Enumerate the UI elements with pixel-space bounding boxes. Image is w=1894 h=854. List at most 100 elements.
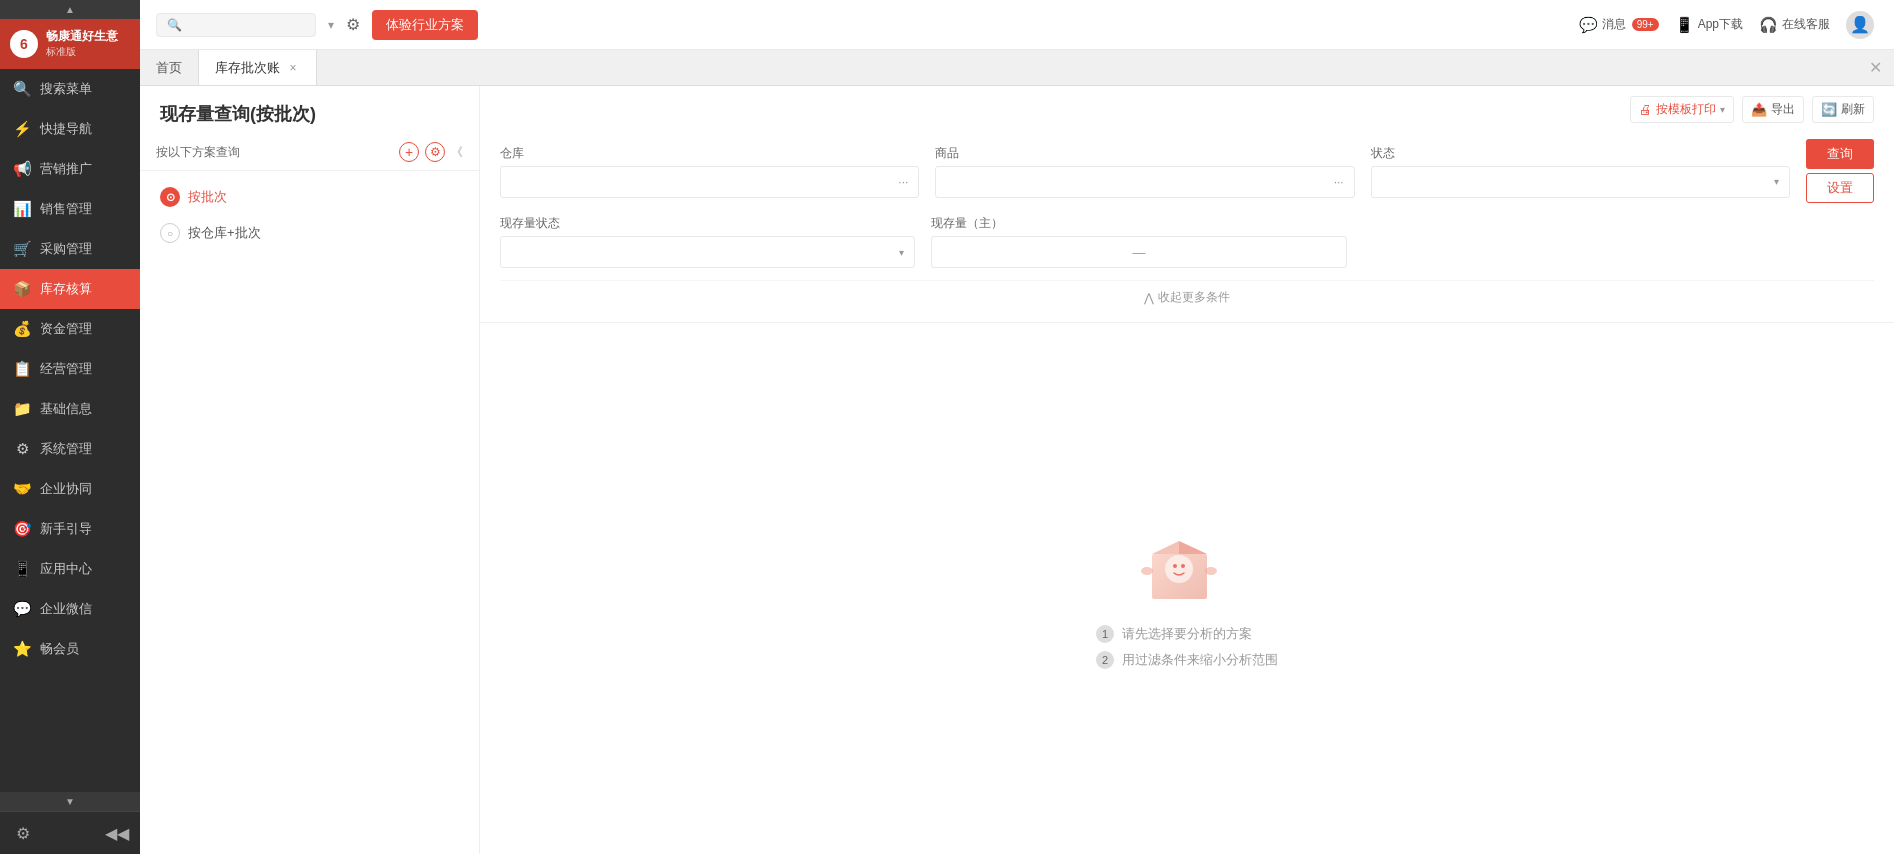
refresh-btn[interactable]: 🔄 刷新 [1812, 96, 1874, 123]
empty-state: 1 请先选择要分析的方案 2 用过滤条件来缩小分析范围 [480, 323, 1894, 854]
inventory-qty-range: — [931, 236, 1346, 268]
collapse-more-btn[interactable]: ⋀ 收起更多条件 [500, 280, 1874, 314]
print-template-btn[interactable]: 🖨 按模板打印 ▾ [1630, 96, 1734, 123]
warehouse-input[interactable]: ··· [500, 166, 919, 198]
messages-action[interactable]: 💬 消息 99+ [1579, 16, 1659, 34]
operations-icon: 📋 [12, 359, 32, 379]
warehouse-text-input[interactable] [511, 174, 892, 189]
sidebar: ▲ 6 畅康通好生意 标准版 🔍 搜索菜单 ⚡ 快捷导航 📢 营销推广 📊 销售… [0, 0, 140, 854]
sidebar-item-sales[interactable]: 📊 销售管理 [0, 189, 140, 229]
sidebar-item-operations[interactable]: 📋 经营管理 [0, 349, 140, 389]
app-center-icon: 📱 [12, 559, 32, 579]
sidebar-item-label: 应用中心 [40, 560, 92, 578]
query-btn[interactable]: 查询 [1806, 139, 1874, 169]
sidebar-item-basic[interactable]: 📁 基础信息 [0, 389, 140, 429]
app-logo: 6 [10, 30, 38, 58]
tab-inventory-batch-label: 库存批次账 [215, 59, 280, 77]
search-icon: 🔍 [12, 79, 32, 99]
topbar-search-box[interactable]: 🔍 [156, 13, 316, 37]
svg-point-5 [1181, 564, 1185, 568]
sidebar-item-system[interactable]: ⚙ 系统管理 [0, 429, 140, 469]
sidebar-item-label: 畅会员 [40, 640, 79, 658]
scheme-settings-icon[interactable]: ⚙ [425, 142, 445, 162]
inventory-qty-to[interactable] [1152, 240, 1346, 265]
phone-icon: 📱 [1675, 16, 1694, 34]
collapse-panel-btn[interactable]: 《 [451, 144, 463, 161]
warehouse-more-icon[interactable]: ··· [898, 175, 908, 189]
sidebar-nav: 🔍 搜索菜单 ⚡ 快捷导航 📢 营销推广 📊 销售管理 🛒 采购管理 📦 库存核… [0, 69, 140, 792]
empty-hint-2: 2 用过滤条件来缩小分析范围 [1096, 651, 1278, 669]
close-all-icon: ✕ [1869, 58, 1882, 77]
scheme-item-by-warehouse-batch[interactable]: ○ 按仓库+批次 [140, 215, 479, 251]
sidebar-scroll-down[interactable]: ▼ [0, 792, 140, 811]
product-more-icon[interactable]: ··· [1334, 175, 1344, 189]
svg-point-4 [1173, 564, 1177, 568]
topbar-settings-icon[interactable]: ⚙ [346, 15, 360, 34]
right-panel: 🖨 按模板打印 ▾ 📤 导出 🔄 刷新 仓库 [480, 86, 1894, 854]
user-profile-action[interactable]: 👤 [1846, 11, 1878, 39]
sidebar-item-app-center[interactable]: 📱 应用中心 [0, 549, 140, 589]
inventory-qty-from[interactable] [932, 240, 1126, 265]
settings-btn[interactable]: 设置 [1806, 173, 1874, 203]
sidebar-item-enterprise-wechat[interactable]: 💬 企业微信 [0, 589, 140, 629]
left-panel: 现存量查询(按批次) 按以下方案查询 + ⚙ 《 ⊙ 按批次 ○ 按仓库+批次 [140, 86, 480, 854]
tab-home-label: 首页 [156, 59, 182, 77]
filter-row-1: 仓库 ··· 商品 ··· 状态 [500, 139, 1874, 203]
sidebar-item-label: 营销推广 [40, 160, 92, 178]
inventory-qty-label: 现存量（主） [931, 215, 1346, 232]
enterprise-wechat-icon: 💬 [12, 599, 32, 619]
hint-number-1: 1 [1096, 625, 1114, 643]
inventory-status-select[interactable]: ▾ [500, 236, 915, 268]
main-area: 🔍 ▾ ⚙ 体验行业方案 💬 消息 99+ 📱 App下载 🎧 在线客服 � [140, 0, 1894, 854]
sidebar-item-label: 搜索菜单 [40, 80, 92, 98]
settings-footer-icon[interactable]: ⚙ [12, 822, 34, 844]
messages-label: 消息 [1602, 16, 1626, 33]
industry-btn[interactable]: 体验行业方案 [372, 10, 478, 40]
product-input[interactable]: ··· [935, 166, 1354, 198]
sidebar-item-quick-nav[interactable]: ⚡ 快捷导航 [0, 109, 140, 149]
scheme-inactive-icon: ○ [160, 223, 180, 243]
product-field: 商品 ··· [935, 145, 1354, 198]
sidebar-item-finance[interactable]: 💰 资金管理 [0, 309, 140, 349]
export-icon: 📤 [1751, 102, 1767, 117]
app-download-action[interactable]: 📱 App下载 [1675, 16, 1743, 34]
page-title-area: 现存量查询(按批次) [140, 86, 479, 134]
empty-illustration [1137, 509, 1237, 609]
message-icon: 💬 [1579, 16, 1598, 34]
sidebar-scroll-up[interactable]: ▲ [0, 0, 140, 19]
inventory-icon: 📦 [12, 279, 32, 299]
tab-inventory-batch[interactable]: 库存批次账 × [199, 50, 317, 85]
topbar-search-icon: 🔍 [167, 18, 182, 32]
hint-number-2: 2 [1096, 651, 1114, 669]
product-text-input[interactable] [946, 174, 1327, 189]
status-select[interactable]: ▾ [1371, 166, 1790, 198]
app-download-label: App下载 [1698, 16, 1743, 33]
online-service-action[interactable]: 🎧 在线客服 [1759, 16, 1830, 34]
system-icon: ⚙ [12, 439, 32, 459]
tab-close-icon[interactable]: × [286, 61, 300, 75]
scheme-label: 按批次 [188, 188, 227, 206]
filter-section-actions: + ⚙ 《 [399, 142, 463, 162]
tab-home[interactable]: 首页 [140, 50, 199, 85]
scheme-item-by-batch[interactable]: ⊙ 按批次 [140, 179, 479, 215]
sidebar-item-newbie[interactable]: 🎯 新手引导 [0, 509, 140, 549]
sidebar-item-enterprise[interactable]: 🤝 企业协同 [0, 469, 140, 509]
topbar: 🔍 ▾ ⚙ 体验行业方案 💬 消息 99+ 📱 App下载 🎧 在线客服 � [140, 0, 1894, 50]
sidebar-collapse-icon[interactable]: ◀◀ [106, 822, 128, 844]
sidebar-item-label: 库存核算 [40, 280, 92, 298]
tab-end-btn[interactable]: ✕ [1857, 50, 1894, 85]
sidebar-item-inventory[interactable]: 📦 库存核算 [0, 269, 140, 309]
add-scheme-btn[interactable]: + [399, 142, 419, 162]
sidebar-item-search[interactable]: 🔍 搜索菜单 [0, 69, 140, 109]
topbar-dropdown-arrow[interactable]: ▾ [328, 18, 334, 32]
warehouse-label: 仓库 [500, 145, 919, 162]
export-btn[interactable]: 📤 导出 [1742, 96, 1804, 123]
sidebar-item-marketing[interactable]: 📢 营销推广 [0, 149, 140, 189]
sidebar-item-purchase[interactable]: 🛒 采购管理 [0, 229, 140, 269]
enterprise-icon: 🤝 [12, 479, 32, 499]
scheme-list: ⊙ 按批次 ○ 按仓库+批次 [140, 171, 479, 259]
filter-section-label: 按以下方案查询 [156, 144, 240, 161]
sidebar-item-member[interactable]: ⭐ 畅会员 [0, 629, 140, 669]
product-label: 商品 [935, 145, 1354, 162]
svg-point-7 [1205, 567, 1217, 575]
